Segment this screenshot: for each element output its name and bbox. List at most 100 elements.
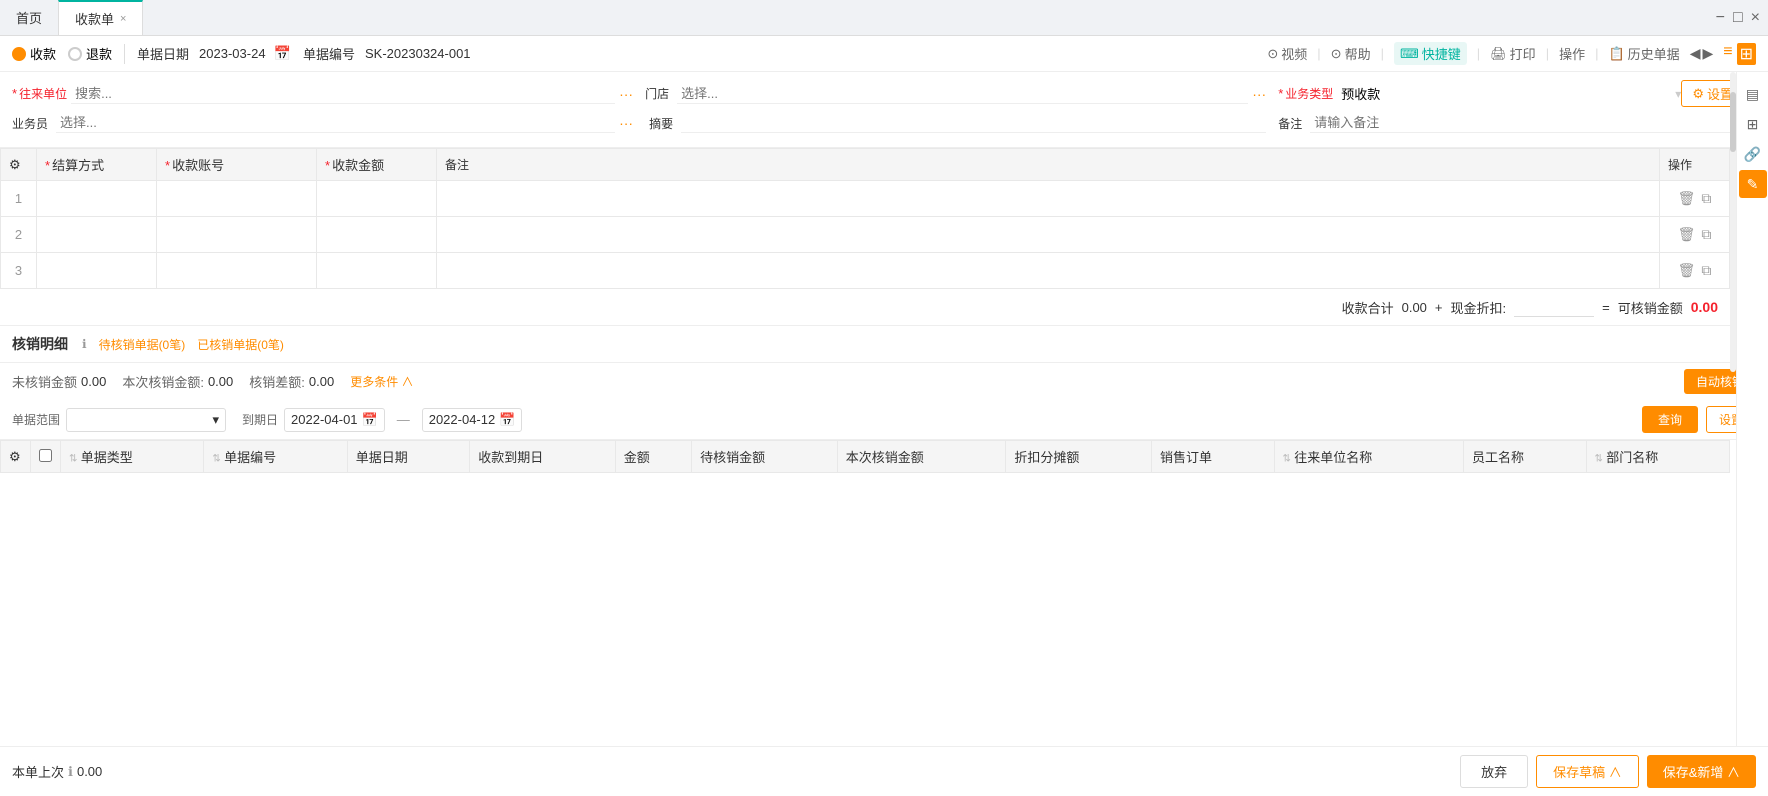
stat-diff-value: 0.00 [309,374,334,389]
row-remark[interactable] [437,181,1660,217]
row-index: 1 [1,181,37,217]
filter-date-to[interactable]: 2022-04-12 📅 [422,408,523,432]
list-view-icon[interactable]: ≡ [1723,43,1732,65]
row-settlement[interactable] [37,217,157,253]
row-delete-icon[interactable]: 🗑 [1678,262,1696,279]
writeoff-section: 核销明细 ℹ 待核销单据(0笔) 已核销单据(0笔) 未核销金额 0.00 本次… [0,326,1768,796]
row-remark[interactable] [437,217,1660,253]
row-delete-icon[interactable]: 🗑 [1678,226,1696,243]
select-all-checkbox[interactable] [39,449,52,462]
store-input[interactable] [677,84,1248,104]
radio-group: 收款 退款 [12,44,112,63]
query-button[interactable]: 查询 [1642,406,1698,433]
row-amount[interactable] [317,217,437,253]
next-arrow[interactable]: ▶ [1702,45,1713,62]
row-delete-icon[interactable]: 🗑 [1678,190,1696,207]
amount-input[interactable] [325,263,428,278]
row-copy-icon[interactable]: ⧉ [1701,262,1711,279]
radio-shoukuan[interactable]: 收款 [12,44,56,63]
btype-selector[interactable]: 预收款 ▾ [1341,84,1681,103]
summary-input[interactable] [681,113,1266,133]
row-amount[interactable] [317,253,437,289]
row-account[interactable] [157,181,317,217]
sum-total-value: 0.00 [1402,300,1427,315]
filter-due: 到期日 2022-04-01 📅 — 2022-04-12 📅 [242,408,522,432]
save-new-button[interactable]: 保存&新增 ∧ [1647,755,1756,788]
row-copy-icon[interactable]: ⧉ [1701,190,1711,207]
prev-arrow[interactable]: ◀ [1690,45,1701,62]
operate-label: 操作 [1559,44,1585,63]
calendar-icon[interactable]: 📅 [274,45,291,62]
tab-home[interactable]: 首页 [0,0,58,35]
btable-gear-icon: ⚙ [9,449,21,464]
table-row: 2 🗑 ⧉ [1,217,1730,253]
partner-more-btn[interactable]: ··· [619,86,633,102]
tab-close-icon[interactable]: × [120,13,126,25]
window-close[interactable]: × [1751,9,1760,27]
row-remark[interactable] [437,253,1660,289]
help-icon: ⊙ [1331,46,1342,62]
row-account[interactable] [157,253,317,289]
radio-tuikuan-dot [68,47,82,61]
row-settlement[interactable] [37,181,157,217]
tab-current[interactable]: 收款单 × [58,0,143,35]
calendar-to-icon: 📅 [499,412,515,428]
more-filter-btn[interactable]: 更多条件 ∧ [350,373,413,390]
filter-date-from[interactable]: 2022-04-01 📅 [284,408,385,432]
row-settlement[interactable] [37,253,157,289]
panel-icon-table[interactable]: ▤ [1739,80,1767,108]
number-value: SK-20230324-001 [365,46,471,61]
account-input[interactable] [165,263,308,278]
writeoff-stats: 未核销金额 0.00 本次核销金额: 0.00 核销差额: 0.00 更多条件 … [0,363,1768,400]
remark-input-row[interactable] [445,227,1651,242]
grid-view-icon[interactable]: ⊞ [1737,43,1756,65]
account-input[interactable] [165,227,308,242]
btn-video[interactable]: ⊙ 视频 [1267,44,1307,63]
abandon-button[interactable]: 放弃 [1460,755,1528,788]
radio-tuikuan[interactable]: 退款 [68,44,112,63]
radio-shoukuan-label: 收款 [30,44,56,63]
settlement-input[interactable] [45,227,148,242]
amount-input[interactable] [325,227,428,242]
tab-current-label: 收款单 [75,9,114,28]
form-row-1: * 往来单位 ··· 门店 ··· * 业务类型 预收款 ▾ ⚙ [12,80,1756,107]
row-account[interactable] [157,217,317,253]
btn-print[interactable]: 🖨 打印 [1490,44,1536,63]
btn-help[interactable]: ⊙ 帮助 [1331,44,1371,63]
account-input[interactable] [165,191,308,206]
panel-icon-link[interactable]: 🔗 [1739,140,1767,168]
tab-done[interactable]: 已核销单据(0笔) [197,336,284,353]
window-maximize[interactable]: □ [1733,9,1743,27]
row-copy-icon[interactable]: ⧉ [1701,226,1711,243]
panel-icon-grid[interactable]: ⊞ [1739,110,1767,138]
col-settings-header[interactable]: ⚙ [1,149,37,181]
settlement-input[interactable] [45,263,148,278]
btcol-settings[interactable]: ⚙ [1,441,31,473]
stat-diff: 核销差额: 0.00 [249,372,334,391]
tab-home-label: 首页 [16,8,42,27]
row-amount[interactable] [317,181,437,217]
panel-icon-edit[interactable]: ✎ [1739,170,1767,198]
remark-input-row[interactable] [445,191,1651,206]
save-draft-button[interactable]: 保存草稿 ∧ [1536,755,1639,788]
store-label: 门店 [645,85,669,102]
scrollbar[interactable] [1730,72,1736,372]
settlement-input[interactable] [45,191,148,206]
btn-operate[interactable]: 操作 [1559,44,1585,63]
store-more-btn[interactable]: ··· [1252,86,1266,102]
tab-pending[interactable]: 待核销单据(0笔) [99,336,186,353]
window-minimize[interactable]: − [1716,9,1725,27]
sum-available-label: 可核销金额 [1618,298,1683,317]
remark-input[interactable] [1310,113,1744,133]
salesperson-more-btn[interactable]: ··· [619,115,633,131]
btn-history[interactable]: 📋 历史单据 [1608,44,1679,63]
amount-input[interactable] [325,191,428,206]
sum-discount-input[interactable] [1514,297,1594,317]
btcol-dept-sort: ⇅ [1595,453,1603,464]
btn-shortcut[interactable]: ⌨ 快捷键 [1394,42,1467,65]
salesperson-input[interactable] [56,113,615,133]
filter-range-select[interactable]: ▾ [66,408,226,432]
remark-input-row[interactable] [445,263,1651,278]
partner-input[interactable] [71,84,615,104]
btcol-checkbox[interactable] [31,441,61,473]
